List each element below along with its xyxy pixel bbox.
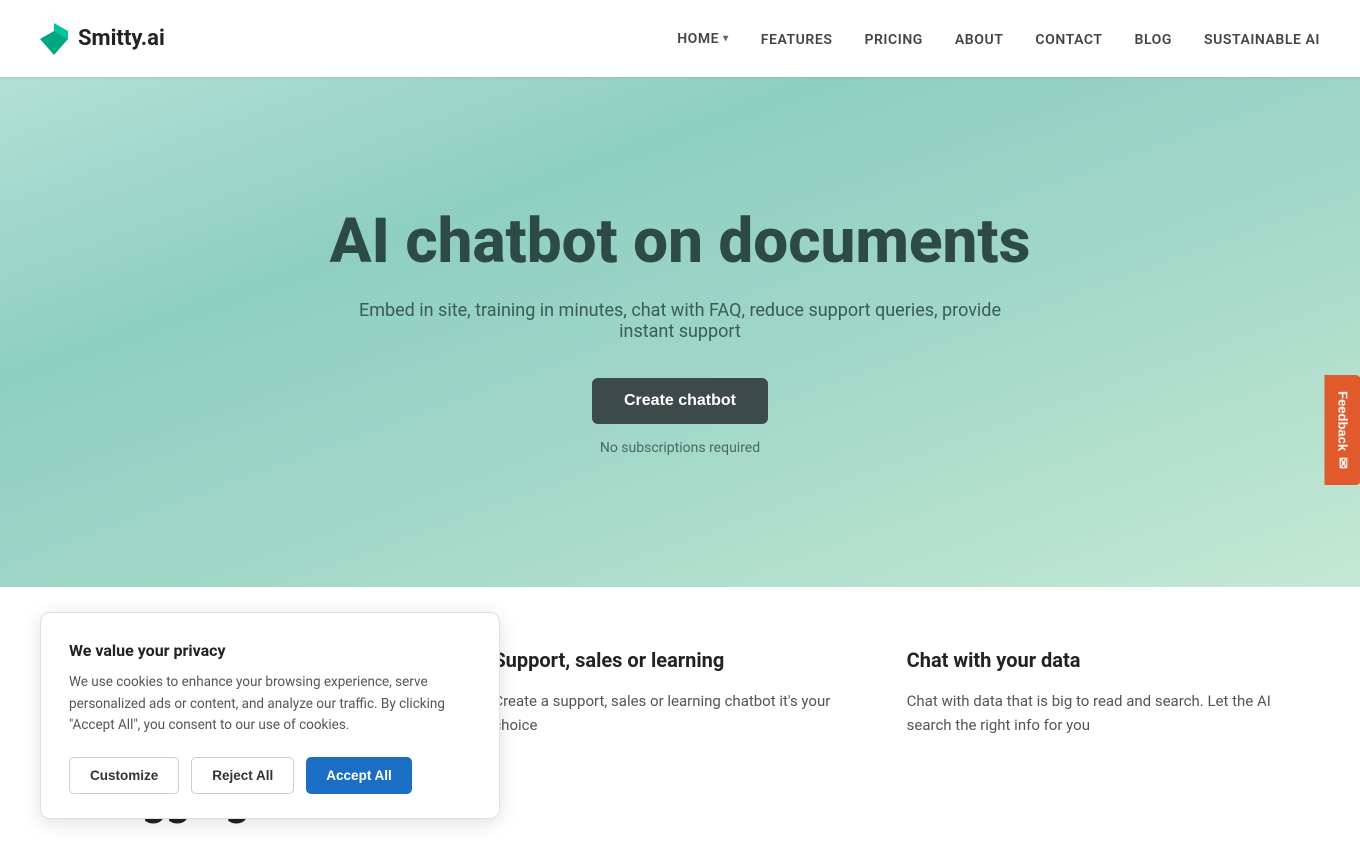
feature-title-2: Chat with your data: [907, 647, 1280, 673]
hero-title: AI chatbot on documents: [330, 208, 1031, 276]
feature-card-2: Chat with your data Chat with data that …: [907, 647, 1280, 737]
brand-name: Smitty.ai: [78, 26, 165, 51]
brand-logo-icon: [40, 23, 68, 55]
nav-item-home[interactable]: HOME ▾: [677, 31, 729, 47]
nav-item-blog[interactable]: BLOG: [1135, 29, 1172, 48]
chevron-down-icon: ▾: [723, 33, 729, 44]
nav-item-features[interactable]: FEATURES: [761, 29, 833, 48]
feedback-button[interactable]: Feedback ✉: [1325, 375, 1360, 485]
accept-all-button[interactable]: Accept All: [306, 757, 412, 794]
nav-link-home[interactable]: HOME ▾: [677, 31, 729, 47]
feature-title-1: Support, sales or learning: [493, 647, 866, 673]
nav-item-pricing[interactable]: PRICING: [864, 29, 922, 48]
brand-link[interactable]: Smitty.ai: [40, 23, 165, 55]
feedback-label: Feedback: [1336, 391, 1351, 451]
hero-section: AI chatbot on documents Embed in site, t…: [0, 77, 1360, 587]
reject-all-button[interactable]: Reject All: [191, 757, 294, 794]
nav-link-blog[interactable]: BLOG: [1135, 32, 1172, 48]
feature-desc-2: Chat with data that is big to read and s…: [907, 689, 1280, 737]
feature-card-1: Support, sales or learning Create a supp…: [493, 647, 866, 737]
nav-item-contact[interactable]: CONTACT: [1035, 29, 1102, 48]
navbar: Smitty.ai HOME ▾ FEATURES PRICING ABOUT …: [0, 0, 1360, 77]
nav-link-sustainable-ai[interactable]: SUSTAINABLE AI: [1204, 32, 1320, 48]
nav-link-pricing[interactable]: PRICING: [864, 32, 922, 48]
nav-link-contact[interactable]: CONTACT: [1035, 32, 1102, 48]
nav-item-sustainable-ai[interactable]: SUSTAINABLE AI: [1204, 29, 1320, 48]
nav-links: HOME ▾ FEATURES PRICING ABOUT CONTACT BL…: [677, 29, 1320, 48]
cookie-banner: We value your privacy We use cookies to …: [40, 612, 500, 819]
create-chatbot-button[interactable]: Create chatbot: [592, 378, 768, 424]
hero-note: No subscriptions required: [600, 440, 760, 456]
hero-subtitle: Embed in site, training in minutes, chat…: [330, 300, 1030, 342]
feature-desc-1: Create a support, sales or learning chat…: [493, 689, 866, 737]
nav-item-about[interactable]: ABOUT: [955, 29, 1004, 48]
cookie-title: We value your privacy: [69, 641, 471, 660]
customize-button[interactable]: Customize: [69, 757, 179, 794]
nav-link-about[interactable]: ABOUT: [955, 32, 1004, 48]
feedback-icon: ✉: [1335, 457, 1352, 469]
cookie-buttons: Customize Reject All Accept All: [69, 757, 471, 794]
nav-link-features[interactable]: FEATURES: [761, 32, 833, 48]
cookie-text: We use cookies to enhance your browsing …: [69, 672, 471, 737]
